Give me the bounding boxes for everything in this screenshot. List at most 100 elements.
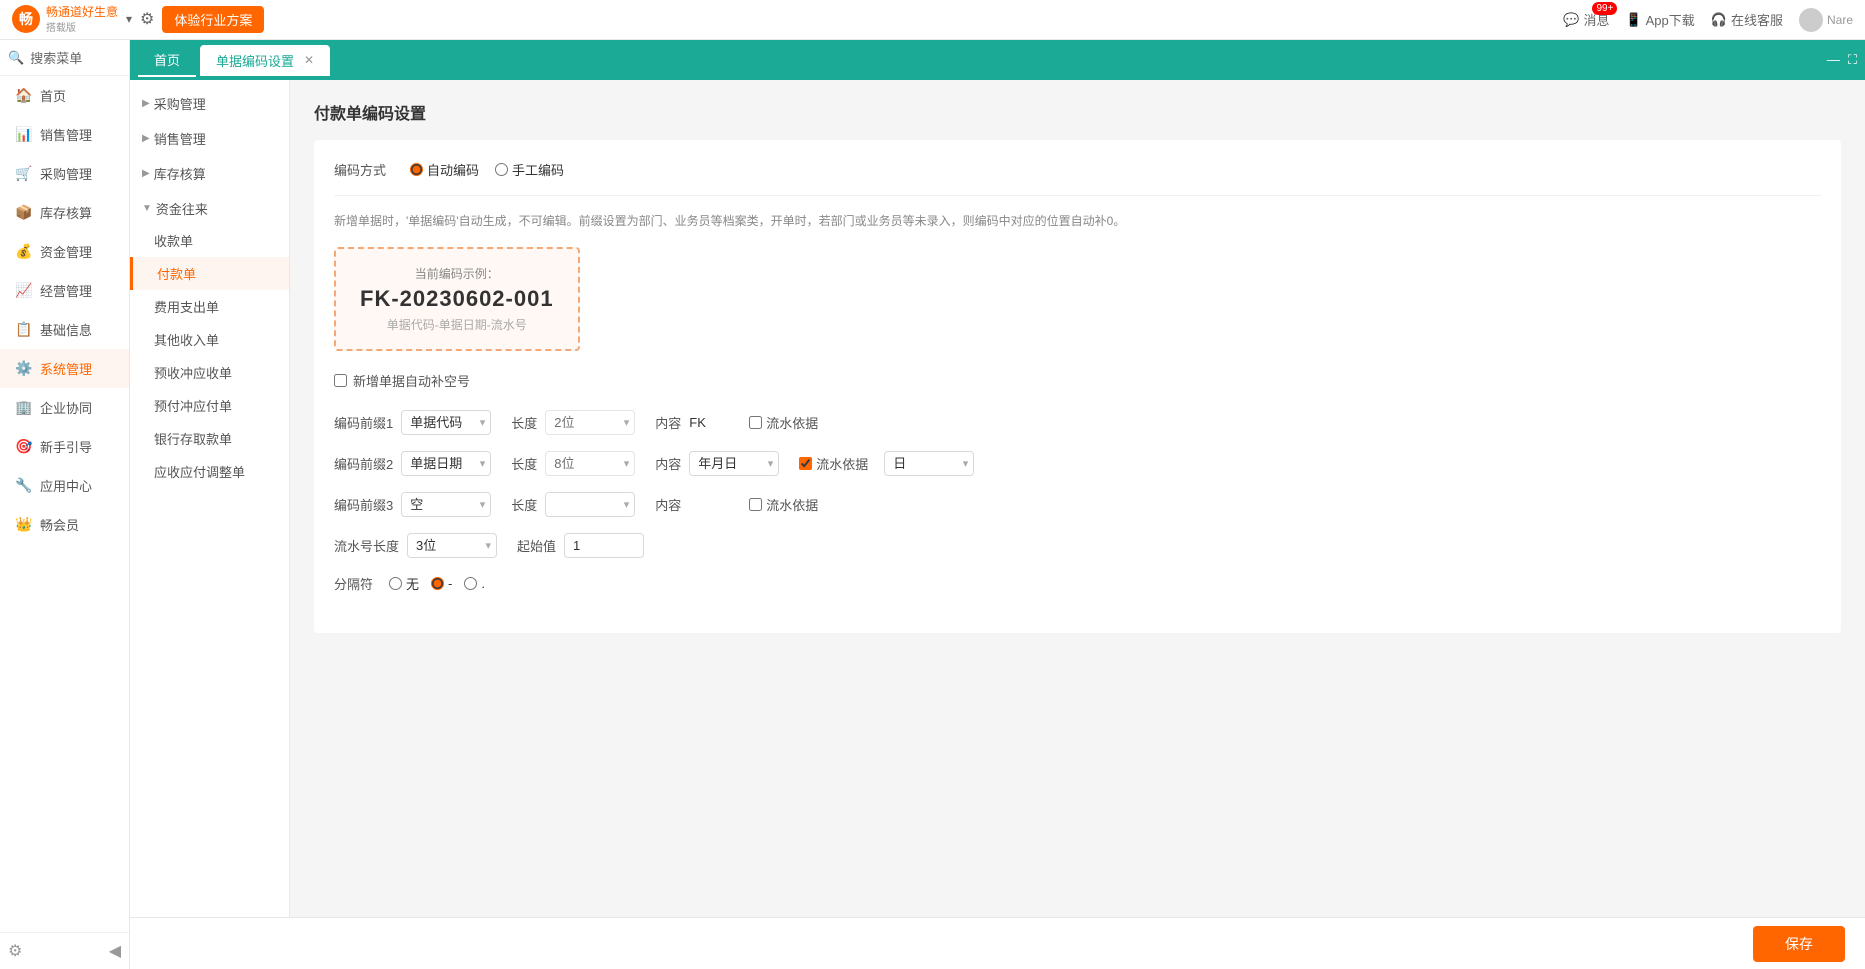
nav-back-icon[interactable]: ▾ [126,12,132,26]
logo: 畅 畅通道好生意 搭载版 [12,5,118,34]
avatar [1799,8,1823,32]
prefix3-stream-checkbox[interactable] [749,498,762,511]
finance-icon: 💰 [16,244,32,260]
basic-icon: 📋 [16,322,32,338]
prefix2-stream-field: 流水依据 日 月 年 [799,451,974,476]
manual-encode-radio[interactable] [495,163,508,176]
save-button[interactable]: 保存 [1753,926,1845,962]
prefix1-length-select[interactable]: 2位 [545,410,635,435]
app-icon: 📱 [1625,12,1641,28]
left-panel-item-receipt[interactable]: 收款单 [130,224,289,257]
left-panel-item-expense[interactable]: 费用支出单 [130,290,289,323]
separator-none-radio[interactable] [389,577,402,590]
prefix1-type-select-wrapper: 单据代码 单据日期 部门 业务员 空 [401,410,491,435]
sidebar-item-inventory[interactable]: 📦 库存核算 [0,193,129,232]
prefix2-stream-checkbox[interactable] [799,457,812,470]
sidebar-item-apps[interactable]: 🔧 应用中心 [0,466,129,505]
prefix1-stream-checkbox[interactable] [749,416,762,429]
sidebar-item-basic[interactable]: 📋 基础信息 [0,310,129,349]
sidebar-item-member[interactable]: 👑 畅会员 [0,505,129,544]
separator-label: 分隔符 [334,574,373,593]
tab-close-icon[interactable]: ✕ [304,53,314,67]
search-menu-btn[interactable]: 🔍 搜索菜单 [0,40,129,76]
main-layout: 🔍 搜索菜单 🏠 首页 📊 销售管理 🛒 采购管理 📦 库存核算 💰 [0,40,1865,969]
prefix3-content-label: 内容 [655,495,681,514]
app-download-btn[interactable]: 📱 App下载 [1625,10,1694,29]
prefix3-length-select[interactable] [545,492,635,517]
sidebar-item-guide[interactable]: 🎯 新手引导 [0,427,129,466]
tab-home[interactable]: 首页 [138,44,196,77]
user-info[interactable]: Nare [1799,8,1853,32]
left-panel-item-prepay-payable[interactable]: 预付冲应付单 [130,389,289,422]
left-panel-group-sales-title[interactable]: ▶ 销售管理 [130,123,289,154]
left-panel-group-funds: ▼ 资金往来 收款单 付款单 费用支出单 其他收入单 预收冲应收单 预付冲应付单… [130,193,289,488]
tabbar-minimize-icon[interactable]: — [1827,52,1840,68]
manual-encode-option[interactable]: 手工编码 [495,160,564,179]
online-service-btn[interactable]: 🎧 在线客服 [1711,10,1783,29]
sidebar-settings-icon[interactable]: ⚙ [8,941,22,961]
left-panel-item-prepay-receivable[interactable]: 预收冲应收单 [130,356,289,389]
sidebar-footer: ⚙ ◀ [0,932,129,969]
prefix2-label: 编码前缀2 [334,454,393,473]
left-panel-item-bank-deposit[interactable]: 银行存取款单 [130,422,289,455]
prefix1-content-value: FK [689,415,729,430]
prefix1-content-label: 内容 [655,413,681,432]
sales-icon: 📊 [16,127,32,143]
serial-row: 流水号长度 3位 4位 5位 起始值 [334,533,1821,558]
left-panel-group-funds-title[interactable]: ▼ 资金往来 [130,193,289,224]
serial-length-select[interactable]: 3位 4位 5位 [407,533,497,558]
industry-btn[interactable]: 体验行业方案 [162,6,264,33]
prefix3-type-select[interactable]: 单据代码 单据日期 部门 业务员 空 [401,492,491,517]
auto-encode-option[interactable]: 自动编码 [410,160,479,179]
settings-card: 编码方式 自动编码 手工编码 [314,140,1841,633]
prefix3-stream-label[interactable]: 流水依据 [749,495,818,514]
left-panel-item-income[interactable]: 其他收入单 [130,323,289,356]
serial-start-input[interactable] [564,533,644,558]
auto-fill-checkbox-label[interactable]: 新增单据自动补空号 [334,371,470,390]
sidebar-item-sales[interactable]: 📊 销售管理 [0,115,129,154]
left-panel-group-sales: ▶ 销售管理 [130,123,289,154]
prefix3-content-field: 内容 [655,495,729,514]
left-panel-item-payment[interactable]: 付款单 [130,257,289,290]
prefix3-length-select-wrapper [545,492,635,517]
left-panel-item-adjustment[interactable]: 应收应付调整单 [130,455,289,488]
tabbar: 首页 单据编码设置 ✕ — ⛶ [130,40,1865,80]
inventory-icon: 📦 [16,205,32,221]
auto-encode-radio[interactable] [410,163,423,176]
separator-dot-radio[interactable] [464,577,477,590]
settings-icon[interactable]: ⚙ [140,9,154,29]
preview-code: FK-20230602-001 [360,286,554,312]
prefix1-type-select[interactable]: 单据代码 单据日期 部门 业务员 空 [401,410,491,435]
separator-dot-option[interactable]: . [464,576,485,591]
left-panel-group-purchase-title[interactable]: ▶ 采购管理 [130,88,289,119]
auto-fill-checkbox[interactable] [334,374,347,387]
sidebar-item-enterprise[interactable]: 🏢 企业协同 [0,388,129,427]
serial-start-field: 起始值 [517,533,644,558]
separator-dash-option[interactable]: - [431,576,452,591]
prefix2-stream-label[interactable]: 流水依据 [799,454,868,473]
tabbar-maximize-icon[interactable]: ⛶ [1848,52,1857,68]
tabbar-actions: — ⛶ [1827,52,1857,68]
prefix2-type-select[interactable]: 单据代码 单据日期 部门 业务员 空 [401,451,491,476]
serial-length-field: 流水号长度 3位 4位 5位 [334,533,497,558]
left-panel-group-inventory-title[interactable]: ▶ 库存核算 [130,158,289,189]
prefix2-length-select[interactable]: 8位 [545,451,635,476]
content-area: 首页 单据编码设置 ✕ — ⛶ ▶ 采购管理 [130,40,1865,969]
prefix2-content-select[interactable]: 年月日 年月 年 [689,451,779,476]
sidebar-item-home[interactable]: 🏠 首页 [0,76,129,115]
separator-dash-radio[interactable] [431,577,444,590]
sidebar-item-finance[interactable]: 💰 资金管理 [0,232,129,271]
sidebar-item-operation[interactable]: 📈 经营管理 [0,271,129,310]
prefix1-stream-label[interactable]: 流水依据 [749,413,818,432]
topbar-right: 💬 消息 99+ 📱 App下载 🎧 在线客服 Nare [1563,8,1853,32]
separator-none-option[interactable]: 无 [389,574,419,593]
prefix3-length-field: 长度 [511,492,635,517]
prefix2-row: 编码前缀2 单据代码 单据日期 部门 业务员 空 [334,451,1821,476]
sidebar-item-purchase[interactable]: 🛒 采购管理 [0,154,129,193]
prefix2-period-select[interactable]: 日 月 年 [884,451,974,476]
tab-encoding-settings[interactable]: 单据编码设置 ✕ [200,45,330,76]
sidebar-item-system[interactable]: ⚙️ 系统管理 [0,349,129,388]
sidebar-collapse-icon[interactable]: ◀ [109,941,121,961]
message-btn[interactable]: 💬 消息 99+ [1563,10,1609,29]
enterprise-icon: 🏢 [16,400,32,416]
